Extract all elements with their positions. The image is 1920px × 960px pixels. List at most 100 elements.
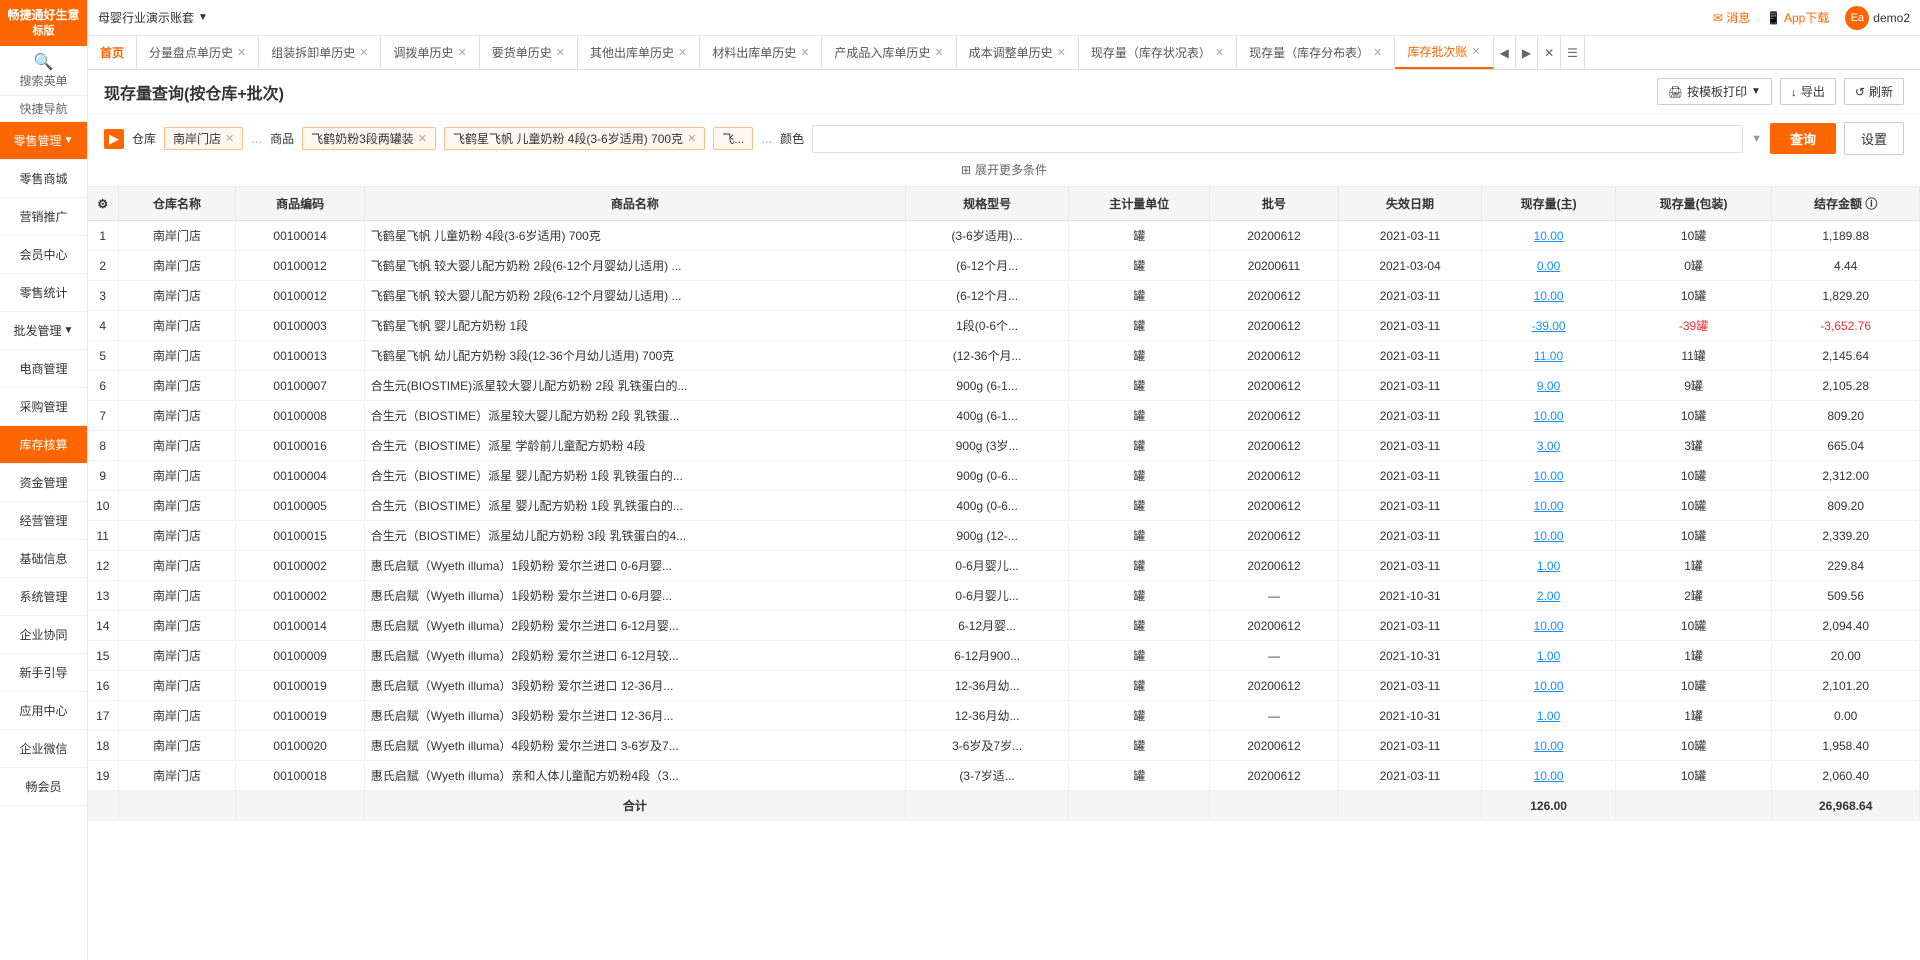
table-row: 7 南岸门店 00100008 合生元（BIOSTIME）派星较大婴儿配方奶粉 … bbox=[88, 401, 1920, 431]
cell-no: 1 bbox=[88, 221, 118, 251]
main-content: 母婴行业演示账套 ▼ ✉ 消息 📱 App下载 Ea demo2 首页 分量盘点… bbox=[88, 0, 1920, 960]
cell-qty-main[interactable]: 0.00 bbox=[1482, 251, 1615, 281]
tab-next-btn[interactable]: ▶ bbox=[1516, 36, 1538, 69]
close-tab-9[interactable]: ✕ bbox=[1215, 46, 1224, 59]
cell-qty-main[interactable]: 10.00 bbox=[1482, 491, 1615, 521]
close-tab-10[interactable]: ✕ bbox=[1373, 46, 1382, 59]
tab-stock-dist[interactable]: 现存量（库存分布表） ✕ bbox=[1237, 36, 1395, 69]
cell-qty-main[interactable]: 1.00 bbox=[1482, 641, 1615, 671]
cell-qty-main[interactable]: -39.00 bbox=[1482, 311, 1615, 341]
tab-product-in[interactable]: 产成品入库单历史 ✕ bbox=[822, 36, 956, 69]
cell-qty-main[interactable]: 2.00 bbox=[1482, 581, 1615, 611]
sidebar-item-operations[interactable]: 经营管理 bbox=[0, 502, 87, 540]
cell-qty-main[interactable]: 10.00 bbox=[1482, 221, 1615, 251]
close-tab-6[interactable]: ✕ bbox=[800, 46, 809, 59]
cell-qty-main[interactable]: 10.00 bbox=[1482, 731, 1615, 761]
sidebar-item-inventory[interactable]: 库存核算 bbox=[0, 426, 87, 464]
refresh-icon: ↺ bbox=[1855, 85, 1865, 99]
export-button[interactable]: ↓ 导出 bbox=[1780, 78, 1836, 105]
color-filter-label: 颜色 bbox=[780, 130, 804, 147]
tab-assembly[interactable]: 组装拆卸单历史 ✕ bbox=[259, 36, 381, 69]
total-empty-1 bbox=[88, 791, 118, 821]
sidebar-item-marketing[interactable]: 营销推广 bbox=[0, 198, 87, 236]
cell-qty-main[interactable]: 10.00 bbox=[1482, 281, 1615, 311]
close-tab-1[interactable]: ✕ bbox=[237, 46, 246, 59]
tab-split-inventory[interactable]: 分量盘点单历史 ✕ bbox=[137, 36, 259, 69]
app-download-button[interactable]: 📱 App下载 bbox=[1766, 9, 1829, 26]
refresh-button[interactable]: ↺ 刷新 bbox=[1844, 78, 1904, 105]
cell-qty-main[interactable]: 10.00 bbox=[1482, 401, 1615, 431]
cell-unit: 罐 bbox=[1069, 461, 1210, 491]
sidebar-item-retail-stats[interactable]: 零售统计 bbox=[0, 274, 87, 312]
tab-menu-btn[interactable]: ☰ bbox=[1561, 36, 1585, 69]
user-avatar[interactable]: Ea demo2 bbox=[1845, 6, 1910, 30]
sidebar-item-search[interactable]: 🔍 搜索英单 bbox=[0, 46, 87, 96]
sidebar-item-member[interactable]: 会员中心 bbox=[0, 236, 87, 274]
sidebar-item-system[interactable]: 系统管理 bbox=[0, 578, 87, 616]
expand-more-row[interactable]: ⊞ 展开更多条件 bbox=[104, 161, 1904, 178]
warehouse-more[interactable]: ... bbox=[251, 131, 262, 146]
cell-qty-main[interactable]: 10.00 bbox=[1482, 521, 1615, 551]
color-input[interactable] bbox=[812, 125, 1743, 153]
cell-spec: 0-6月婴儿... bbox=[906, 581, 1069, 611]
cell-qty-main[interactable]: 10.00 bbox=[1482, 461, 1615, 491]
close-tab-2[interactable]: ✕ bbox=[359, 46, 368, 59]
sidebar-item-finance[interactable]: 资金管理 bbox=[0, 464, 87, 502]
sidebar-item-member2[interactable]: 畅会员 bbox=[0, 768, 87, 806]
tab-close-btn[interactable]: ✕ bbox=[1538, 36, 1561, 69]
close-tab-11[interactable]: ✕ bbox=[1471, 45, 1480, 58]
print-button[interactable]: 🖨 按模板打印 ▼ bbox=[1657, 78, 1772, 105]
cell-name: 惠氏启赋（Wyeth illuma）4段奶粉 爱尔兰进口 3-6岁及7... bbox=[364, 731, 905, 761]
cell-qty-pkg: 10罐 bbox=[1615, 461, 1772, 491]
cell-code: 00100019 bbox=[236, 701, 364, 731]
remove-product-tag-1[interactable]: ✕ bbox=[418, 132, 427, 145]
tab-home[interactable]: 首页 bbox=[88, 36, 137, 69]
sidebar-item-collab[interactable]: 企业协同 bbox=[0, 616, 87, 654]
sidebar-item-apps[interactable]: 应用中心 bbox=[0, 692, 87, 730]
remove-product-tag-2[interactable]: ✕ bbox=[687, 132, 696, 145]
table-row: 4 南岸门店 00100003 飞鹤星飞帆 婴儿配方奶粉 1段 1段(0-6个.… bbox=[88, 311, 1920, 341]
sidebar-item-retail-mall[interactable]: 零售商城 bbox=[0, 160, 87, 198]
cell-spec: 900g (12-... bbox=[906, 521, 1069, 551]
cell-qty-main[interactable]: 10.00 bbox=[1482, 761, 1615, 791]
sidebar-item-retail-mgmt[interactable]: 零售管理 ▼ bbox=[0, 122, 87, 160]
sidebar-item-basic-info[interactable]: 基础信息 bbox=[0, 540, 87, 578]
message-button[interactable]: ✉ 消息 bbox=[1713, 9, 1750, 26]
product-more-btn[interactable]: ... bbox=[761, 131, 772, 146]
dropdown-icon: ▼ bbox=[198, 12, 208, 23]
sidebar-item-guide[interactable]: 新手引导 bbox=[0, 654, 87, 692]
close-tab-7[interactable]: ✕ bbox=[934, 46, 943, 59]
close-tab-4[interactable]: ✕ bbox=[556, 46, 565, 59]
cell-expire: 2021-10-31 bbox=[1338, 581, 1482, 611]
sidebar-item-wechat[interactable]: 企业微信 bbox=[0, 730, 87, 768]
sidebar-item-quicknav[interactable]: 快捷导航 bbox=[0, 96, 87, 122]
tab-material-out[interactable]: 材料出库单历史 ✕ bbox=[700, 36, 822, 69]
cell-qty-main[interactable]: 10.00 bbox=[1482, 611, 1615, 641]
close-tab-3[interactable]: ✕ bbox=[458, 46, 467, 59]
close-tab-5[interactable]: ✕ bbox=[678, 46, 687, 59]
table-row: 17 南岸门店 00100019 惠氏启赋（Wyeth illuma）3段奶粉 … bbox=[88, 701, 1920, 731]
remove-warehouse-tag[interactable]: ✕ bbox=[225, 132, 234, 145]
tab-cost-adjust[interactable]: 成本调整单历史 ✕ bbox=[957, 36, 1079, 69]
tab-transfer[interactable]: 调拨单历史 ✕ bbox=[381, 36, 479, 69]
settings-button[interactable]: 设置 bbox=[1844, 122, 1904, 155]
tab-prev-btn[interactable]: ◀ bbox=[1494, 36, 1516, 69]
cell-qty-main[interactable]: 3.00 bbox=[1482, 431, 1615, 461]
cell-amount: 1,958.40 bbox=[1772, 731, 1920, 761]
cell-qty-main[interactable]: 1.00 bbox=[1482, 551, 1615, 581]
close-tab-8[interactable]: ✕ bbox=[1057, 46, 1066, 59]
tab-requisition[interactable]: 要货单历史 ✕ bbox=[480, 36, 578, 69]
account-selector[interactable]: 母婴行业演示账套 ▼ bbox=[98, 9, 208, 26]
query-button[interactable]: 查询 bbox=[1770, 123, 1836, 154]
sidebar-item-wholesale[interactable]: 批发管理▼ bbox=[0, 312, 87, 350]
cell-qty-main[interactable]: 9.00 bbox=[1482, 371, 1615, 401]
sidebar-item-purchase[interactable]: 采购管理 bbox=[0, 388, 87, 426]
tab-other-out[interactable]: 其他出库单历史 ✕ bbox=[578, 36, 700, 69]
tab-stock-status[interactable]: 现存量（库存状况表） ✕ bbox=[1079, 36, 1237, 69]
filter-expand-btn[interactable]: ▶ bbox=[104, 129, 124, 149]
tab-batch-account[interactable]: 库存批次账 ✕ bbox=[1395, 36, 1493, 69]
cell-qty-main[interactable]: 10.00 bbox=[1482, 671, 1615, 701]
cell-qty-main[interactable]: 1.00 bbox=[1482, 701, 1615, 731]
cell-qty-main[interactable]: 11.00 bbox=[1482, 341, 1615, 371]
sidebar-item-ecommerce[interactable]: 电商管理 bbox=[0, 350, 87, 388]
